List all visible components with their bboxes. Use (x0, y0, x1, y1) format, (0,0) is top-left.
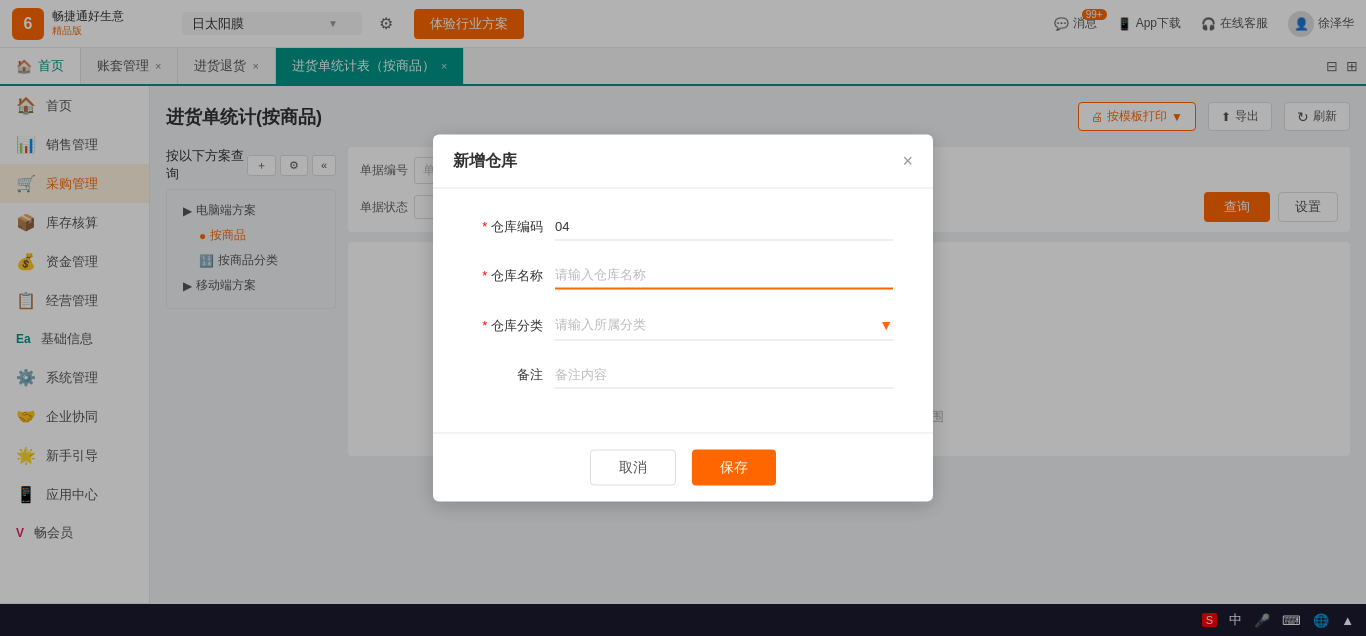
name-label: * 仓库名称 (473, 266, 543, 284)
category-dropdown-icon: ▼ (879, 317, 893, 333)
category-placeholder: 请输入所属分类 (555, 316, 646, 334)
form-row-code: * 仓库编码 (473, 213, 893, 241)
cancel-button[interactable]: 取消 (590, 450, 676, 486)
code-input[interactable] (555, 213, 893, 241)
modal-title: 新增仓库 (453, 151, 517, 172)
modal-body: * 仓库编码 * 仓库名称 * 仓库分类 请输入所属分类 ▼ (433, 189, 933, 433)
form-row-category: * 仓库分类 请输入所属分类 ▼ (473, 310, 893, 341)
modal-header: 新增仓库 × (433, 135, 933, 189)
add-warehouse-modal: 新增仓库 × * 仓库编码 * 仓库名称 * 仓库分类 请输入 (433, 135, 933, 502)
save-button[interactable]: 保存 (692, 450, 776, 486)
cat-required-mark: * (482, 317, 487, 332)
remark-input[interactable] (555, 361, 893, 389)
code-required-mark: * (482, 219, 487, 234)
category-label: * 仓库分类 (473, 316, 543, 334)
code-label: * 仓库编码 (473, 218, 543, 236)
form-row-name: * 仓库名称 (473, 261, 893, 290)
form-row-remark: 备注 (473, 361, 893, 389)
name-required-mark: * (482, 267, 487, 282)
name-input[interactable] (555, 261, 893, 290)
modal-footer: 取消 保存 (433, 433, 933, 502)
modal-close-icon[interactable]: × (902, 151, 913, 172)
category-select[interactable]: 请输入所属分类 ▼ (555, 310, 893, 341)
remark-label: 备注 (473, 366, 543, 384)
